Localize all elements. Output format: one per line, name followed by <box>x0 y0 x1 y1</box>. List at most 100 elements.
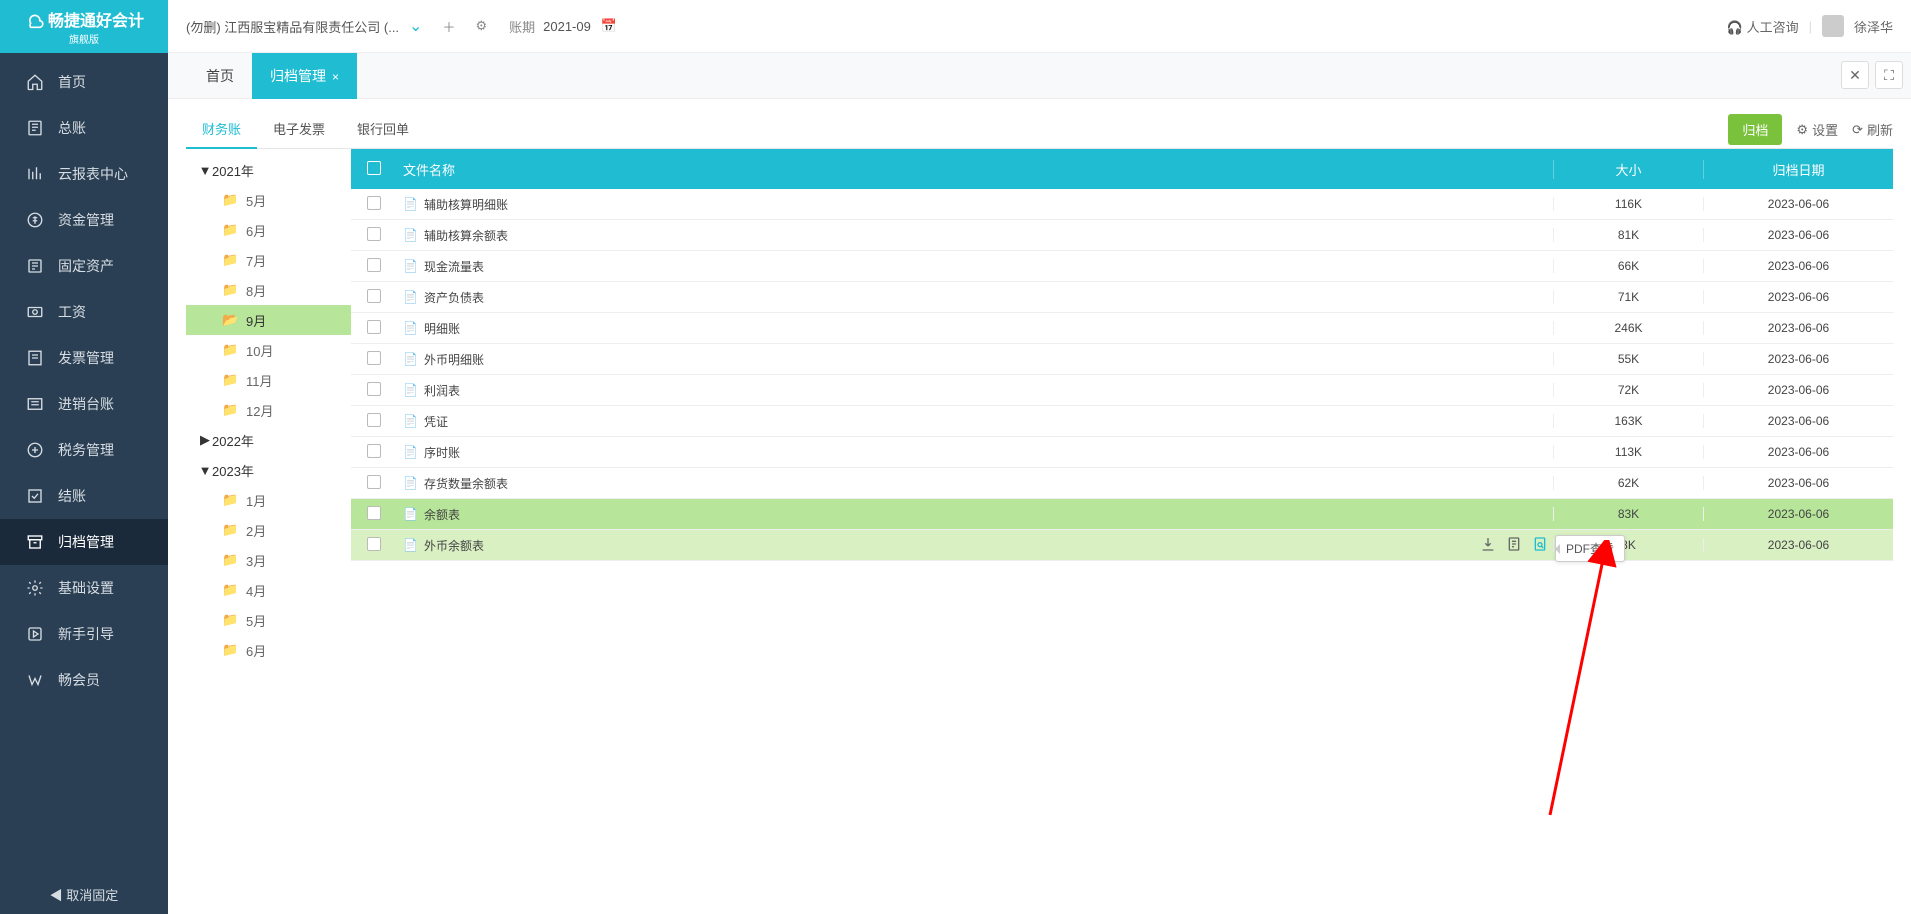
subtab-bank[interactable]: 银行回单 <box>341 111 425 149</box>
row-checkbox[interactable] <box>367 413 381 427</box>
file-date: 2023-06-06 <box>1703 352 1893 366</box>
nav-funds[interactable]: 资金管理 <box>0 197 168 243</box>
file-date: 2023-06-06 <box>1703 445 1893 459</box>
file-icon: 📄 <box>403 445 418 459</box>
nav-settings[interactable]: 基础设置 <box>0 565 168 611</box>
row-checkbox[interactable] <box>367 351 381 365</box>
file-size: 246K <box>1553 321 1703 335</box>
tree-month-2021-5[interactable]: 📁5月 <box>186 185 351 215</box>
consult-link[interactable]: 🎧 人工咨询 <box>1727 17 1799 36</box>
table-row[interactable]: 📄现金流量表66K2023-06-06 <box>351 251 1893 282</box>
row-checkbox[interactable] <box>367 475 381 489</box>
nav-salary[interactable]: 工资 <box>0 289 168 335</box>
file-icon: 📄 <box>403 352 418 366</box>
period-value[interactable]: 2021-09 <box>543 19 591 34</box>
tree-month-2023-6[interactable]: 📁6月 <box>186 635 351 665</box>
refresh-link[interactable]: ⟳ 刷新 <box>1852 120 1893 139</box>
file-size: 62K <box>1553 476 1703 490</box>
nav-reports[interactable]: 云报表中心 <box>0 151 168 197</box>
subtab-finance[interactable]: 财务账 <box>186 111 257 149</box>
tree-month-2021-6[interactable]: 📁6月 <box>186 215 351 245</box>
table-row[interactable]: 📄凭证163K2023-06-06 <box>351 406 1893 437</box>
company-selector[interactable]: (勿删) 江西服宝精品有限责任公司 (... <box>186 17 399 36</box>
select-all-checkbox[interactable] <box>367 161 381 175</box>
file-date: 2023-06-06 <box>1703 321 1893 335</box>
row-checkbox[interactable] <box>367 444 381 458</box>
tree-month-2021-11[interactable]: 📁11月 <box>186 365 351 395</box>
tree-year-2022[interactable]: ▶2022年 <box>186 425 351 455</box>
file-icon: 📄 <box>403 197 418 211</box>
file-size: 83K <box>1553 507 1703 521</box>
table-row[interactable]: 📄外币余额表8K2023-06-06PDF查看 <box>351 530 1893 561</box>
avatar[interactable] <box>1822 15 1844 37</box>
tree-month-2021-12[interactable]: 📁12月 <box>186 395 351 425</box>
table-row[interactable]: 📄辅助核算余额表81K2023-06-06 <box>351 220 1893 251</box>
nav-ledger[interactable]: 总账 <box>0 105 168 151</box>
row-checkbox[interactable] <box>367 196 381 210</box>
tab-archive[interactable]: 归档管理× <box>252 53 357 99</box>
file-name: 资产负债表 <box>424 289 484 306</box>
table-row[interactable]: 📄余额表83K2023-06-06 <box>351 499 1893 530</box>
row-checkbox[interactable] <box>367 537 381 551</box>
archive-button[interactable]: 归档 <box>1728 114 1782 145</box>
file-date: 2023-06-06 <box>1703 538 1893 552</box>
table-row[interactable]: 📄明细账246K2023-06-06 <box>351 313 1893 344</box>
chevron-down-icon[interactable]: ⌄ <box>409 16 422 36</box>
file-size: 116K <box>1553 197 1703 211</box>
file-name: 余额表 <box>424 506 460 523</box>
unpin-button[interactable]: ◀ 取消固定 <box>0 885 168 904</box>
nav-archive[interactable]: 归档管理 <box>0 519 168 565</box>
subtab-einvoice[interactable]: 电子发票 <box>257 111 341 149</box>
download-icon[interactable] <box>1480 536 1496 555</box>
tree-month-2021-10[interactable]: 📁10月 <box>186 335 351 365</box>
tree-month-2023-5[interactable]: 📁5月 <box>186 605 351 635</box>
add-company-icon[interactable]: ＋ <box>442 17 455 36</box>
username[interactable]: 徐泽华 <box>1854 17 1893 36</box>
nav-assets[interactable]: 固定资产 <box>0 243 168 289</box>
row-checkbox[interactable] <box>367 320 381 334</box>
file-size: 72K <box>1553 383 1703 397</box>
nav-home[interactable]: 首页 <box>0 59 168 105</box>
tree-year-2023[interactable]: ▼2023年 <box>186 455 351 485</box>
col-date: 归档日期 <box>1703 160 1893 179</box>
row-checkbox[interactable] <box>367 382 381 396</box>
table-row[interactable]: 📄外币明细账55K2023-06-06 <box>351 344 1893 375</box>
close-icon[interactable]: × <box>332 70 339 84</box>
pdf-view-icon[interactable] <box>1532 536 1548 555</box>
tab-home[interactable]: 首页 <box>188 53 252 99</box>
tooltip: PDF查看 <box>1555 535 1625 562</box>
tree-month-2023-4[interactable]: 📁4月 <box>186 575 351 605</box>
tree-month-2021-9[interactable]: 📂9月 <box>186 305 351 335</box>
row-checkbox[interactable] <box>367 227 381 241</box>
tree-month-2021-8[interactable]: 📁8月 <box>186 275 351 305</box>
table-row[interactable]: 📄辅助核算明细账116K2023-06-06 <box>351 189 1893 220</box>
table-row[interactable]: 📄序时账113K2023-06-06 <box>351 437 1893 468</box>
pdf-icon[interactable] <box>1506 536 1522 555</box>
file-name: 现金流量表 <box>424 258 484 275</box>
nav-guide[interactable]: 新手引导 <box>0 611 168 657</box>
brand-name: 畅捷通好会计 <box>48 7 144 31</box>
table-row[interactable]: 📄资产负债表71K2023-06-06 <box>351 282 1893 313</box>
tree-year-2021[interactable]: ▼2021年 <box>186 155 351 185</box>
company-settings-icon[interactable]: ⚙ <box>475 18 487 34</box>
nav-close[interactable]: 结账 <box>0 473 168 519</box>
nav-invoice[interactable]: 发票管理 <box>0 335 168 381</box>
nav-member[interactable]: 畅会员 <box>0 657 168 703</box>
close-all-tabs-button[interactable]: ✕ <box>1841 61 1869 89</box>
tree-month-2023-2[interactable]: 📁2月 <box>186 515 351 545</box>
tree-month-2023-1[interactable]: 📁1月 <box>186 485 351 515</box>
settings-link[interactable]: ⚙ 设置 <box>1796 120 1838 139</box>
calendar-icon[interactable]: 📅 <box>601 18 617 34</box>
nav-tax[interactable]: 税务管理 <box>0 427 168 473</box>
fullscreen-button[interactable]: ⛶ <box>1875 61 1903 89</box>
row-checkbox[interactable] <box>367 258 381 272</box>
table-row[interactable]: 📄存货数量余额表62K2023-06-06 <box>351 468 1893 499</box>
tree-month-2021-7[interactable]: 📁7月 <box>186 245 351 275</box>
table-row[interactable]: 📄利润表72K2023-06-06 <box>351 375 1893 406</box>
file-icon: 📄 <box>403 321 418 335</box>
row-checkbox[interactable] <box>367 289 381 303</box>
file-icon: 📄 <box>403 538 418 552</box>
tree-month-2023-3[interactable]: 📁3月 <box>186 545 351 575</box>
row-checkbox[interactable] <box>367 506 381 520</box>
nav-inout[interactable]: 进销台账 <box>0 381 168 427</box>
